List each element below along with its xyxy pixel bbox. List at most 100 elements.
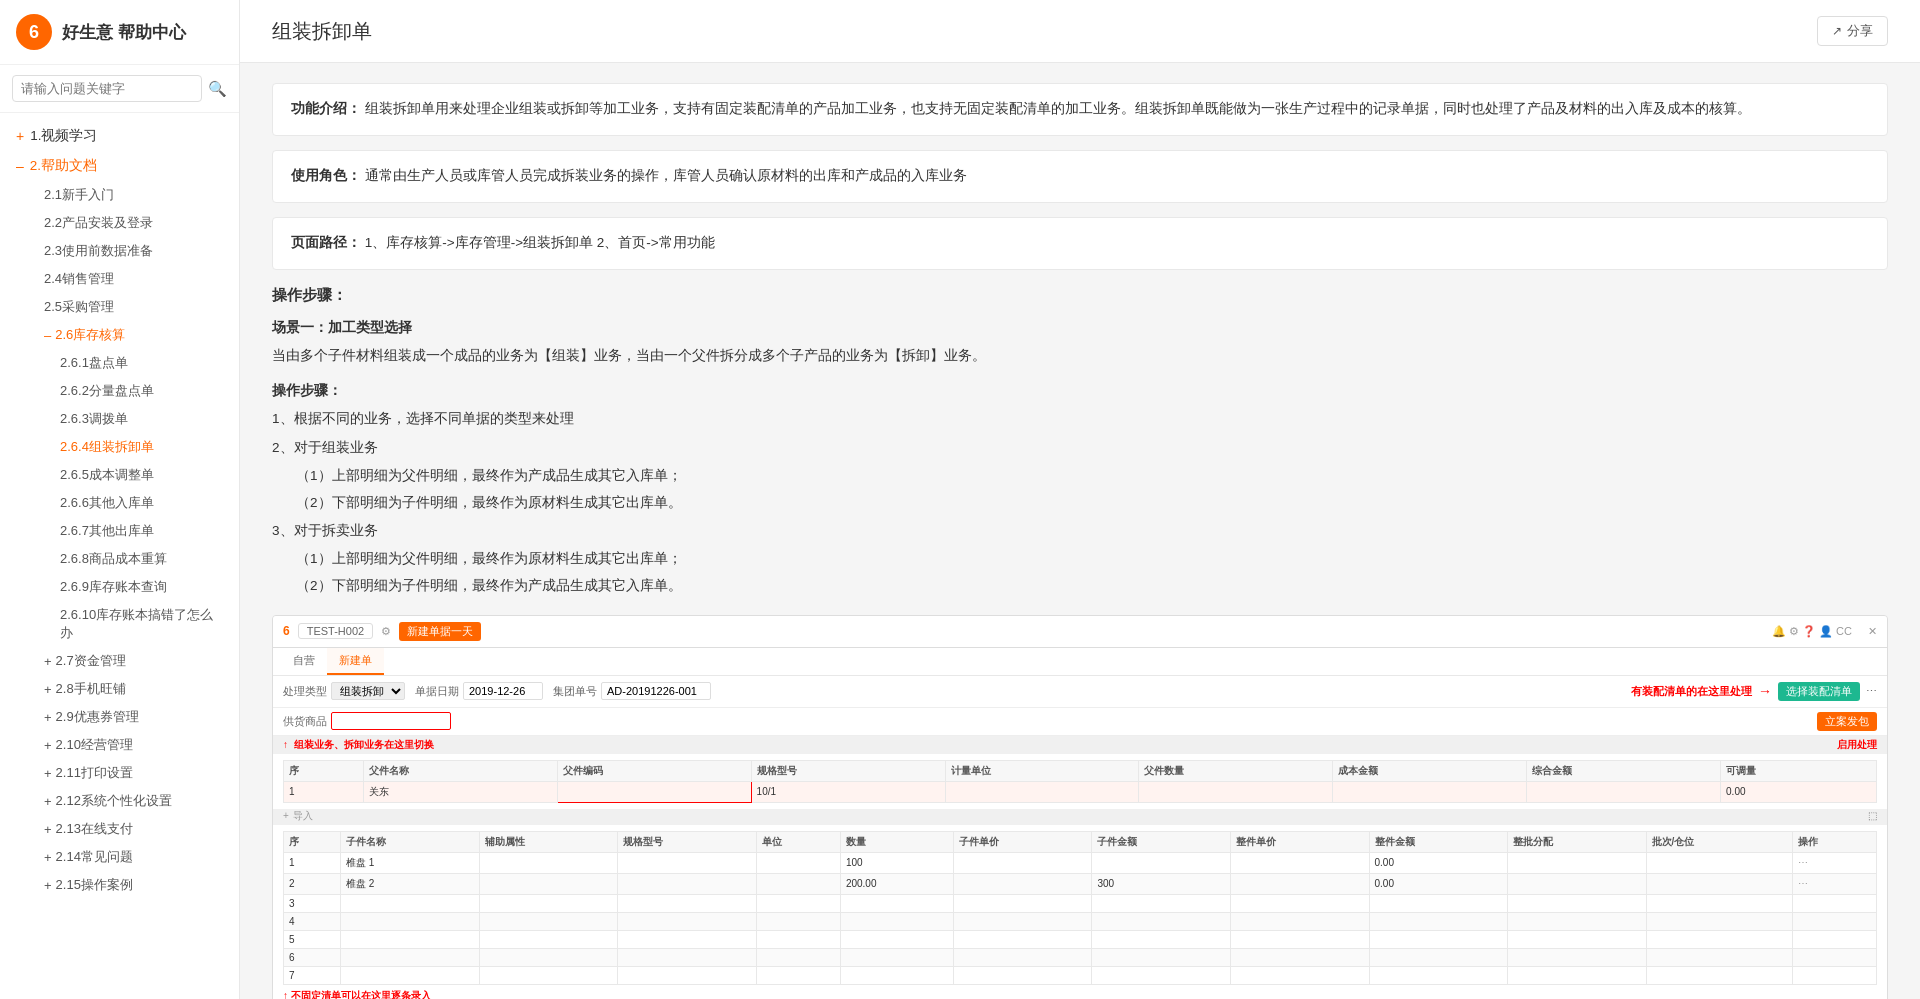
th2-unit: 单位 <box>756 831 840 852</box>
bottom-table-toolbar: + 导入 ⬚ <box>273 809 1887 825</box>
sidebar-item-266[interactable]: 2.6.6其他入库单 <box>44 489 239 517</box>
sidebar-item-263[interactable]: 2.6.3调拨单 <box>44 405 239 433</box>
expand-icon: + <box>16 128 24 144</box>
annotation-table-text: ↑ 不固定清单可以在这里逐条录入 <box>283 989 1877 999</box>
table-row: 6 <box>284 948 1877 966</box>
search-input[interactable] <box>12 75 202 102</box>
th2-child-name: 子件名称 <box>341 831 480 852</box>
steps-title: 操作步骤： <box>272 378 1888 403</box>
sidebar-item-210[interactable]: + 2.10经营管理 <box>28 731 239 759</box>
sidebar-item-261-group: 2.6.1盘点单 2.6.2分量盘点单 2.6.3调拨单 2.6.4组装拆卸单 … <box>28 349 239 647</box>
table-row: 1 关东 10/1 0.00 <box>284 781 1877 802</box>
mock-field-date: 单据日期 <box>415 682 543 700</box>
share-button[interactable]: ↗ 分享 <box>1817 16 1888 46</box>
th-parent-name: 父件名称 <box>363 760 557 781</box>
content-body: 功能介绍： 组装拆卸单用来处理企业组装或拆卸等加工业务，支持有固定装配清单的产品… <box>240 63 1920 999</box>
step3: 3、对于拆卖业务 <box>272 519 1888 543</box>
td-cost <box>1333 781 1527 802</box>
step1: 1、根据不同的业务，选择不同单据的类型来处理 <box>272 407 1888 431</box>
mock-field-type: 处理类型 组装拆卸 <box>283 682 405 700</box>
th2-batch: 批次/仓位 <box>1646 831 1792 852</box>
sidebar-item-214[interactable]: + 2.14常见问题 <box>28 843 239 871</box>
search-bar: 🔍 <box>0 65 239 113</box>
sidebar-item-261[interactable]: 2.6.1盘点单 <box>44 349 239 377</box>
th2-qty: 数量 <box>840 831 953 852</box>
th2-wup: 整件单价 <box>1230 831 1369 852</box>
expand-icon-docs: – <box>16 158 24 174</box>
mock-tab-ziy[interactable]: 自营 <box>281 648 327 675</box>
sidebar-item-video[interactable]: + 1.视频学习 <box>0 121 239 151</box>
mock-select-bom-btn[interactable]: 选择装配清单 <box>1778 682 1860 701</box>
mock-icons: 🔔 ⚙ ❓ 👤 CC <box>1772 625 1852 638</box>
sidebar-item-269[interactable]: 2.6.9库存账本查询 <box>44 573 239 601</box>
screenshot-mockup: 6 TEST-H002 ⚙ 新建单据一天 🔔 ⚙ ❓ 👤 CC ✕ 自营 新建单… <box>272 615 1888 999</box>
th2-wamt: 整件金额 <box>1369 831 1508 852</box>
sidebar-item-268[interactable]: 2.6.8商品成本重算 <box>44 545 239 573</box>
mock-tab-new[interactable]: 新建单 <box>327 648 384 675</box>
th2-alloc: 整批分配 <box>1508 831 1647 852</box>
mock-titlebar: 6 TEST-H002 ⚙ 新建单据一天 🔔 ⚙ ❓ 👤 CC ✕ <box>273 616 1887 648</box>
app-name: 好生意 帮助中心 <box>62 21 186 44</box>
th2-up: 子件单价 <box>953 831 1092 852</box>
supplier-input[interactable] <box>331 712 451 730</box>
sidebar-item-211[interactable]: + 2.11打印设置 <box>28 759 239 787</box>
sidebar-item-26[interactable]: – 2.6库存核算 <box>28 321 239 349</box>
table-header-row-2: 序 子件名称 辅助属性 规格型号 单位 数量 子件单价 子件金额 整件单价 整件… <box>284 831 1877 852</box>
content-header: 组装拆卸单 ↗ 分享 <box>240 0 1920 63</box>
sidebar-item-264[interactable]: 2.6.4组装拆卸单 <box>44 433 239 461</box>
step2-2: （2）下部明细为子件明细，最终作为原材料生成其它出库单。 <box>296 491 1888 515</box>
role-box: 使用角色： 通常由生产人员或库管人员完成拆装业务的操作，库管人员确认原材料的出库… <box>272 150 1888 203</box>
th2-ops: 操作 <box>1792 831 1876 852</box>
path-box: 页面路径： 1、库存核算->库存管理->组装拆卸单 2、首页->常用功能 <box>272 217 1888 270</box>
td-parent-name: 关东 <box>363 781 557 802</box>
sidebar-item-267[interactable]: 2.6.7其他出库单 <box>44 517 239 545</box>
group-input[interactable] <box>601 682 711 700</box>
mock-brand: 6 <box>283 624 290 638</box>
sidebar-item-265[interactable]: 2.6.5成本调整单 <box>44 461 239 489</box>
sidebar-item-215[interactable]: + 2.15操作案例 <box>28 871 239 899</box>
th-spec: 规格型号 <box>751 760 945 781</box>
table-row: 2 椎盘 2 200.00 300 0.00 <box>284 873 1877 894</box>
td-unit <box>945 781 1139 802</box>
table-row: 5 <box>284 930 1877 948</box>
sidebar-item-21[interactable]: 2.1新手入门 <box>28 181 239 209</box>
mock-field-supplier: 供货商品 <box>283 712 451 730</box>
sidebar-item-label: 1.视频学习 <box>30 127 97 145</box>
th-total: 综合金额 <box>1527 760 1721 781</box>
sidebar-item-24[interactable]: 2.4销售管理 <box>28 265 239 293</box>
annotation-type-text: 组装业务、拆卸业务在这里切换 <box>294 738 434 752</box>
sidebar-item-27[interactable]: + 2.7资金管理 <box>28 647 239 675</box>
date-input[interactable] <box>463 682 543 700</box>
search-button[interactable]: 🔍 <box>208 80 227 98</box>
main-content: 组装拆卸单 ↗ 分享 功能介绍： 组装拆卸单用来处理企业组装或拆卸等加工业务，支… <box>240 0 1920 999</box>
sidebar-item-2610[interactable]: 2.6.10库存账本搞错了怎么办 <box>44 601 239 647</box>
mock-more-btns: ⋯ <box>1866 685 1877 698</box>
mock-supplier-row: 供货商品 立案发包 <box>273 708 1887 736</box>
share-icon: ↗ <box>1832 24 1842 38</box>
sidebar-item-22[interactable]: 2.2产品安装及登录 <box>28 209 239 237</box>
mock-new-btn[interactable]: 新建单据一天 <box>399 622 481 641</box>
step3-1: （1）上部明细为父件明细，最终作为原材料生成其它出库单； <box>296 547 1888 571</box>
step2: 2、对于组装业务 <box>272 436 1888 460</box>
type-select[interactable]: 组装拆卸 <box>331 682 405 700</box>
sidebar-item-28[interactable]: + 2.8手机旺铺 <box>28 675 239 703</box>
sidebar-item-212[interactable]: + 2.12系统个性化设置 <box>28 787 239 815</box>
sidebar-item-262[interactable]: 2.6.2分量盘点单 <box>44 377 239 405</box>
mock-apply-btn[interactable]: 立案发包 <box>1817 712 1877 731</box>
annotation-proc-text: 启用处理 <box>1837 738 1877 752</box>
mock-tabs: 自营 新建单 <box>273 648 1887 676</box>
sidebar-item-23[interactable]: 2.3使用前数据准备 <box>28 237 239 265</box>
date-label: 单据日期 <box>415 684 459 699</box>
mock-close-icon[interactable]: ✕ <box>1868 625 1877 638</box>
sidebar-item-29[interactable]: + 2.9优惠券管理 <box>28 703 239 731</box>
th-qty: 父件数量 <box>1139 760 1333 781</box>
sidebar-item-25[interactable]: 2.5采购管理 <box>28 293 239 321</box>
sidebar-item-docs[interactable]: – 2.帮助文档 <box>0 151 239 181</box>
ops-title: 操作步骤： <box>272 286 1888 305</box>
th2-amt: 子件金额 <box>1092 831 1231 852</box>
sidebar-item-213[interactable]: + 2.13在线支付 <box>28 815 239 843</box>
mock-field-group: 集团单号 <box>553 682 711 700</box>
th2-attr: 辅助属性 <box>479 831 618 852</box>
annotation-top-text: 有装配清单的在这里处理 <box>1631 684 1752 699</box>
th-parent-code: 父件编码 <box>557 760 751 781</box>
